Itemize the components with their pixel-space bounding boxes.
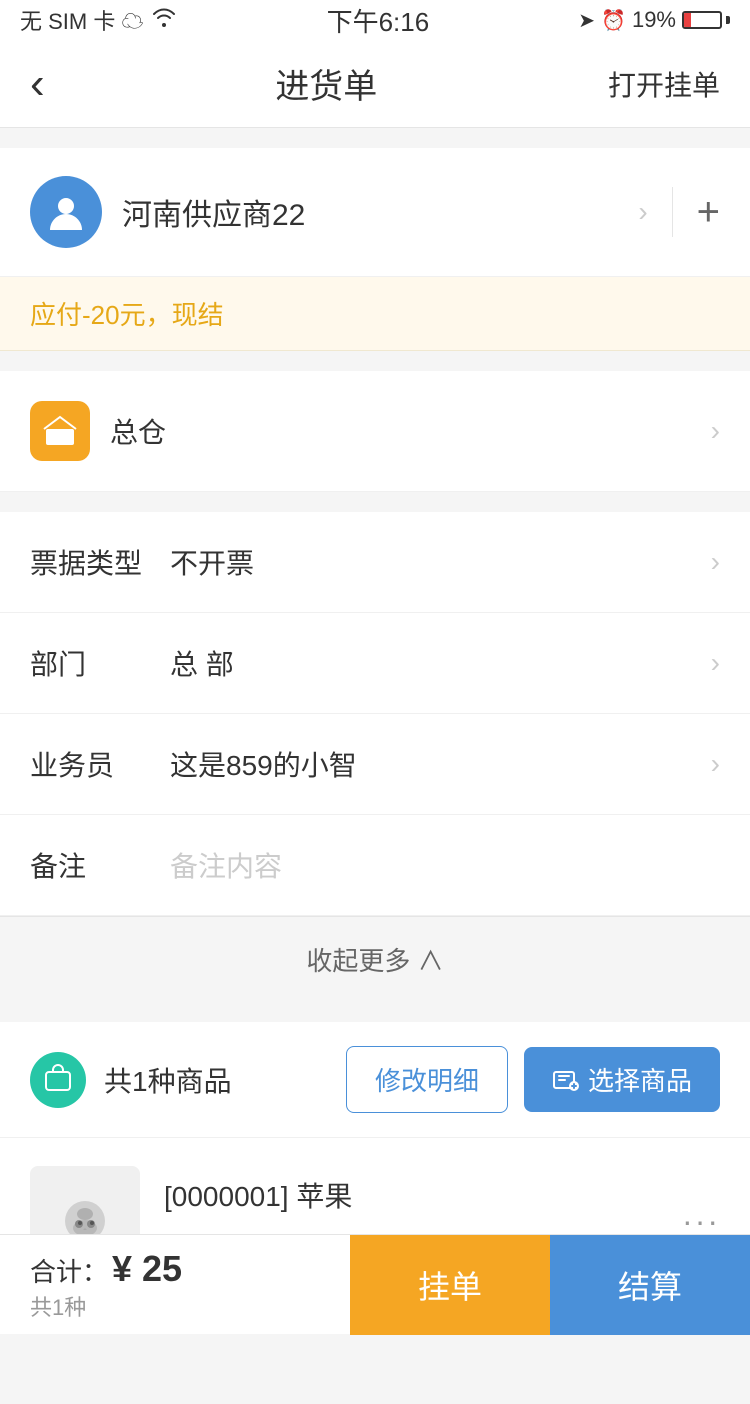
edit-detail-button[interactable]: 修改明细 xyxy=(346,1046,508,1113)
warehouse-icon-wrap xyxy=(30,401,90,461)
warehouse-row[interactable]: 总仓 › xyxy=(0,371,750,492)
department-row[interactable]: 部门 总 部 › xyxy=(0,613,750,714)
vertical-divider xyxy=(672,187,673,237)
invoice-type-row[interactable]: 票据类型 不开票 › xyxy=(0,512,750,613)
supplier-section: 河南供应商22 › + 应付-20元，现结 xyxy=(0,148,750,351)
remark-row[interactable]: 备注 备注内容 xyxy=(0,815,750,916)
department-chevron-icon: › xyxy=(711,647,720,679)
total-area: 合计： ¥ 25 共1种 xyxy=(0,1248,350,1322)
product-name: [0000001] 苹果 xyxy=(164,1175,658,1215)
nav-bar: ‹ 进货单 打开挂单 xyxy=(0,40,750,128)
warehouse-chevron-icon: › xyxy=(711,415,720,447)
remark-placeholder: 备注内容 xyxy=(150,845,720,885)
collapse-button[interactable]: 收起更多 ∧ xyxy=(0,916,750,1002)
supplier-name: 河南供应商22 xyxy=(122,190,638,234)
salesperson-value: 这是859的小智 xyxy=(150,744,711,784)
total-sub-label: 共1种 xyxy=(30,1290,320,1322)
status-right: ➤ ⏰ 19% xyxy=(578,7,730,33)
open-hang-button[interactable]: 打开挂单 xyxy=(608,64,720,104)
supplier-row[interactable]: 河南供应商22 › + xyxy=(0,148,750,277)
wifi-icon xyxy=(151,7,177,33)
battery-percent: 19% xyxy=(632,7,676,33)
divider-top xyxy=(0,128,750,148)
invoice-type-chevron-icon: › xyxy=(711,546,720,578)
product-title: 苹果 xyxy=(296,1181,352,1212)
notice-bar: 应付-20元，现结 xyxy=(0,277,750,351)
status-time: 下午6:16 xyxy=(327,2,430,39)
salesperson-chevron-icon: › xyxy=(711,748,720,780)
checkout-button[interactable]: 结算 xyxy=(550,1235,750,1335)
status-bar: 无 SIM 卡 ☁ 下午6:16 ➤ ⏰ 19% xyxy=(0,0,750,40)
select-product-label: 选择商品 xyxy=(588,1061,692,1098)
location-icon: ➤ xyxy=(578,8,595,33)
total-label: 合计： xyxy=(30,1252,108,1289)
status-left: 无 SIM 卡 ☁ xyxy=(20,4,177,36)
invoice-type-value: 不开票 xyxy=(150,542,711,582)
product-code: [0000001] xyxy=(164,1181,289,1212)
sim-label: 无 SIM 卡 ☁ xyxy=(20,4,143,36)
alarm-icon: ⏰ xyxy=(601,8,626,33)
department-value: 总 部 xyxy=(150,643,711,683)
hang-order-button[interactable]: 挂单 xyxy=(350,1235,550,1335)
add-supplier-button[interactable]: + xyxy=(697,190,720,235)
invoice-type-label: 票据类型 xyxy=(30,542,150,582)
select-product-button[interactable]: 选择商品 xyxy=(524,1047,720,1112)
page-title: 进货单 xyxy=(275,59,377,108)
remark-label: 备注 xyxy=(30,845,150,885)
product-header: 共1种商品 修改明细 选择商品 xyxy=(0,1022,750,1138)
divider-2 xyxy=(0,351,750,371)
product-header-icon xyxy=(30,1052,86,1108)
supplier-avatar xyxy=(30,176,102,248)
salesperson-label: 业务员 xyxy=(30,744,150,784)
department-label: 部门 xyxy=(30,643,150,683)
divider-3 xyxy=(0,492,750,512)
warehouse-name: 总仓 xyxy=(110,411,166,451)
back-button[interactable]: ‹ xyxy=(30,59,45,109)
bottom-bar: 合计： ¥ 25 共1种 挂单 结算 xyxy=(0,1234,750,1334)
fields-section: 票据类型 不开票 › 部门 总 部 › 业务员 这是859的小智 › 备注 备注… xyxy=(0,512,750,916)
total-amount: ¥ 25 xyxy=(112,1248,182,1290)
salesperson-row[interactable]: 业务员 这是859的小智 › xyxy=(0,714,750,815)
supplier-chevron-icon: › xyxy=(638,196,647,228)
product-count-label: 共1种商品 xyxy=(104,1060,346,1100)
battery-icon xyxy=(682,11,730,29)
